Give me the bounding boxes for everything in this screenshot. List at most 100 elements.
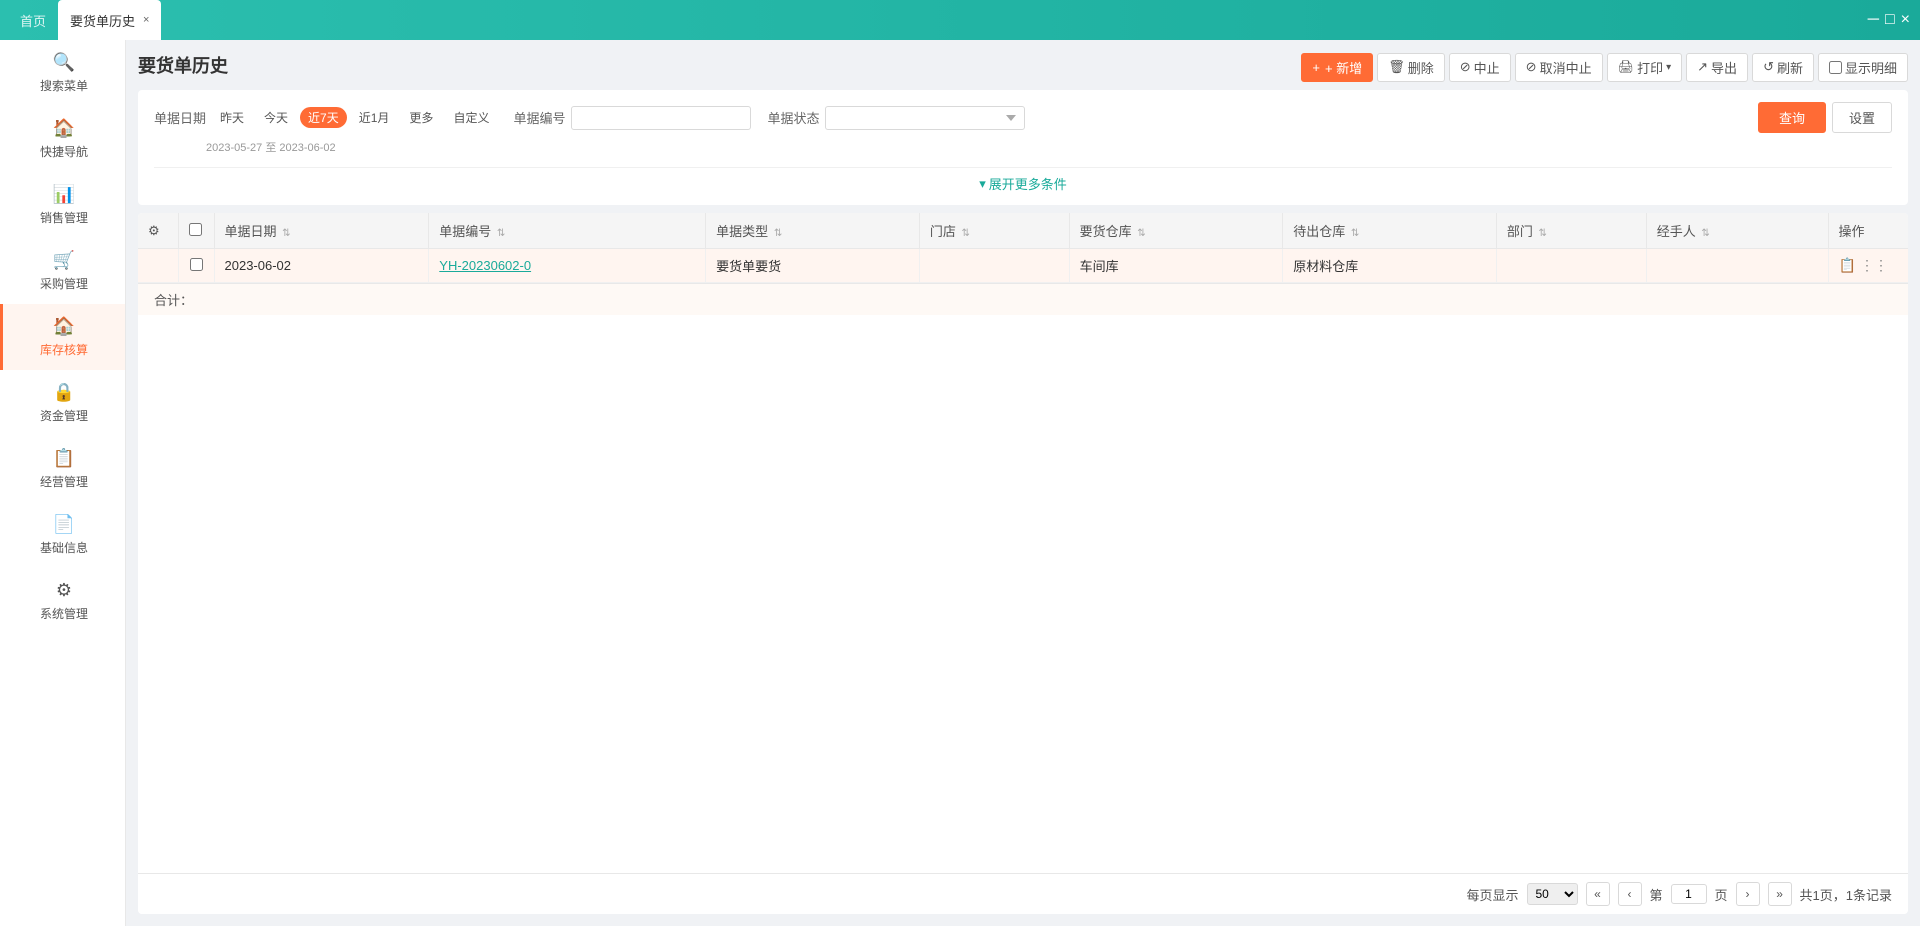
settings-label: 设置 — [1849, 108, 1875, 127]
print-dropdown-icon: ▾ — [1666, 62, 1671, 73]
sidebar-item-quick-nav[interactable]: 🏠 快捷导航 — [0, 106, 125, 172]
expand-filter-button[interactable]: ▾ 展开更多条件 — [979, 174, 1067, 193]
sidebar-item-finance-mgmt[interactable]: 🔒 资金管理 — [0, 370, 125, 436]
sidebar-item-finance-mgmt-label: 资金管理 — [40, 407, 88, 424]
row-edit-icon[interactable]: 📋 — [1839, 257, 1856, 274]
display-detail-checkbox[interactable] — [1829, 61, 1842, 74]
close-button[interactable]: × — [1901, 11, 1910, 29]
refresh-button[interactable]: ↺ 刷新 — [1752, 53, 1814, 82]
col-doc-date[interactable]: 单据日期 ⇅ — [214, 213, 429, 249]
doc-no-input[interactable] — [571, 106, 751, 130]
col-pending-warehouse[interactable]: 待出仓库 ⇅ — [1283, 213, 1497, 249]
page-label: 页 — [1715, 885, 1728, 904]
sidebar-item-search-menu-label: 搜索菜单 — [40, 77, 88, 94]
row-actions: 📋 ⋮⋮ — [1839, 257, 1899, 274]
print-label: 打印 — [1637, 58, 1663, 77]
new-button[interactable]: + + 新增 — [1301, 53, 1373, 82]
export-button[interactable]: ↗ 导出 — [1686, 53, 1748, 82]
col-settings[interactable]: ⚙ — [138, 213, 178, 249]
minimize-button[interactable]: ─ — [1868, 11, 1879, 29]
cancel-stop-button[interactable]: ⊘ 取消中止 — [1515, 53, 1603, 82]
date-btn-yesterday[interactable]: 昨天 — [212, 107, 252, 128]
col-req-warehouse[interactable]: 要货仓库 ⇅ — [1069, 213, 1283, 249]
sidebar-item-inventory-mgmt[interactable]: 🏠 库存核算 — [0, 304, 125, 370]
col-doc-type[interactable]: 单据类型 ⇅ — [706, 213, 920, 249]
page-size-select[interactable]: 50 20 100 200 — [1527, 883, 1578, 905]
page-jump-label: 第 — [1650, 885, 1663, 904]
page-input[interactable] — [1671, 884, 1707, 904]
select-all-checkbox[interactable] — [189, 223, 202, 236]
tab-close-icon[interactable]: × — [143, 14, 149, 26]
prev-page-button[interactable]: ‹ — [1618, 882, 1642, 906]
row-checkbox[interactable] — [190, 258, 203, 271]
date-btn-1month[interactable]: 近1月 — [351, 107, 398, 128]
tab-home[interactable]: 首页 — [8, 0, 58, 40]
sidebar-item-sales-mgmt-label: 销售管理 — [40, 209, 88, 226]
delete-button[interactable]: 🗑 删除 — [1377, 53, 1445, 82]
col-department[interactable]: 部门 ⇅ — [1496, 213, 1646, 249]
print-button[interactable]: 🖨 打印 ▾ — [1607, 53, 1683, 82]
table-spacer — [138, 315, 1908, 873]
date-btn-7days[interactable]: 近7天 — [300, 107, 347, 128]
filter-panel: 单据日期 昨天 今天 近7天 近1月 更多 自定义 单据编号 — [138, 90, 1908, 205]
filter-row-1: 单据日期 昨天 今天 近7天 近1月 更多 自定义 单据编号 — [154, 102, 1892, 133]
sidebar-item-search-menu[interactable]: 🔍 搜索菜单 — [0, 40, 125, 106]
page-title: 要货单历史 — [138, 52, 228, 78]
date-btn-more[interactable]: 更多 — [401, 107, 441, 128]
col-actions: 操作 — [1828, 213, 1908, 249]
col-department-label: 部门 — [1507, 224, 1533, 239]
last-page-button[interactable]: » — [1768, 882, 1792, 906]
settings-button[interactable]: 设置 — [1832, 102, 1892, 133]
col-actions-label: 操作 — [1839, 224, 1865, 239]
operations-mgmt-icon: 📋 — [53, 448, 75, 469]
stop-button[interactable]: ⊘ 中止 — [1449, 53, 1511, 82]
table-summary-footer: 合计： — [138, 283, 1908, 315]
new-icon: + — [1312, 60, 1320, 75]
date-filter-group: 单据日期 昨天 今天 近7天 近1月 更多 自定义 — [154, 107, 497, 128]
sidebar-item-basic-info[interactable]: 📄 基础信息 — [0, 502, 125, 568]
sidebar-item-purchase-mgmt-label: 采购管理 — [40, 275, 88, 292]
col-handler-label: 经手人 — [1657, 224, 1696, 239]
cancel-stop-icon: ⊘ — [1526, 59, 1537, 75]
next-page-button[interactable]: › — [1736, 882, 1760, 906]
row-doc-no-link[interactable]: YH-20230602-0 — [439, 258, 531, 273]
sidebar-item-operations-mgmt[interactable]: 📋 经营管理 — [0, 436, 125, 502]
refresh-icon: ↺ — [1763, 59, 1774, 75]
row-store — [919, 249, 1069, 283]
purchase-mgmt-icon: 🛒 — [53, 250, 75, 271]
date-btn-custom[interactable]: 自定义 — [445, 107, 497, 128]
date-options: 昨天 今天 近7天 近1月 更多 自定义 — [212, 107, 497, 128]
status-filter-group: 单据状态 — [767, 106, 1025, 130]
col-doc-date-label: 单据日期 — [225, 224, 277, 239]
col-store[interactable]: 门店 ⇅ — [919, 213, 1069, 249]
col-doc-date-sort-icon: ⇅ — [282, 228, 290, 239]
sidebar-item-inventory-mgmt-label: 库存核算 — [40, 341, 88, 358]
date-btn-today[interactable]: 今天 — [256, 107, 296, 128]
first-page-button[interactable]: « — [1586, 882, 1610, 906]
col-doc-no[interactable]: 单据编号 ⇅ — [429, 213, 706, 249]
sidebar-item-purchase-mgmt[interactable]: 🛒 采购管理 — [0, 238, 125, 304]
search-menu-icon: 🔍 — [53, 52, 75, 73]
row-req-warehouse: 车间库 — [1069, 249, 1283, 283]
tab-requisition-history[interactable]: 要货单历史 × — [58, 0, 161, 40]
table-header-row: ⚙ 单据日期 ⇅ 单据编号 ⇅ 单据类型 — [138, 213, 1908, 249]
new-label: + 新增 — [1325, 58, 1362, 77]
status-select[interactable] — [825, 106, 1025, 130]
sidebar-item-system-mgmt[interactable]: ⚙ 系统管理 — [0, 568, 125, 634]
col-doc-type-label: 单据类型 — [716, 224, 768, 239]
expand-icon: ▾ — [979, 176, 986, 192]
col-handler[interactable]: 经手人 ⇅ — [1646, 213, 1828, 249]
col-handler-sort-icon: ⇅ — [1701, 228, 1709, 239]
date-filter-label: 单据日期 — [154, 108, 206, 127]
query-button[interactable]: 查询 — [1758, 102, 1826, 133]
sidebar-item-sales-mgmt[interactable]: 📊 销售管理 — [0, 172, 125, 238]
display-detail-button[interactable]: 显示明细 — [1818, 53, 1908, 82]
maximize-button[interactable]: □ — [1885, 11, 1895, 29]
inventory-mgmt-icon: 🏠 — [53, 316, 75, 337]
print-icon: 🖨 — [1618, 59, 1635, 75]
export-label: 导出 — [1711, 58, 1737, 77]
row-department — [1496, 249, 1646, 283]
row-more-icon[interactable]: ⋮⋮ — [1860, 257, 1888, 274]
col-checkbox — [178, 213, 214, 249]
finance-mgmt-icon: 🔒 — [53, 382, 75, 403]
